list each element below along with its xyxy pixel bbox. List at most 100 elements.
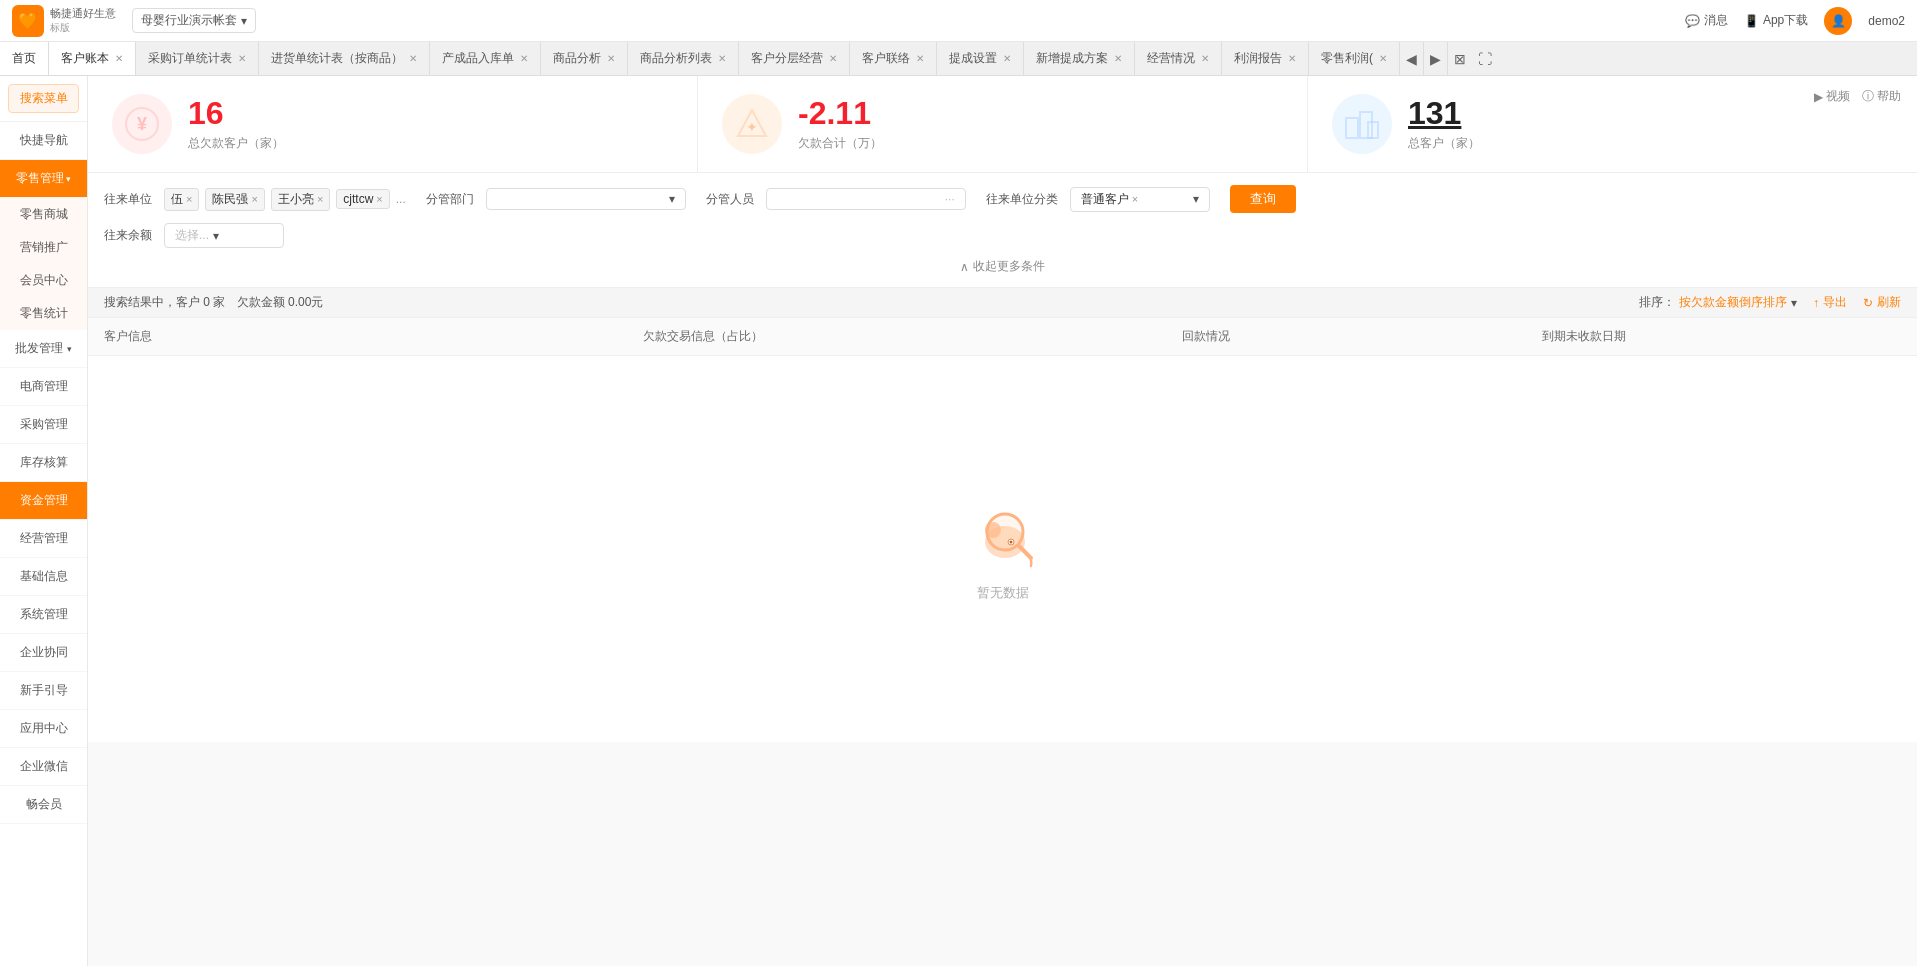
close-icon[interactable]: ✕ — [1379, 53, 1387, 64]
sidebar-item-wholesale-mgmt[interactable]: 批发管理 ▾ — [0, 330, 87, 368]
help-btn[interactable]: ⓘ 帮助 — [1862, 88, 1901, 105]
remove-cjttcw-btn[interactable]: × — [376, 193, 382, 205]
close-icon[interactable]: ✕ — [1114, 53, 1122, 64]
filter-row-1: 往来单位 伍 × 陈民强 × 王小亮 × cjttcw — [104, 185, 1901, 213]
sidebar-item-marketing[interactable]: 营销推广 — [0, 231, 87, 264]
sidebar-item-quick-nav[interactable]: 快捷导航 — [0, 122, 87, 160]
tab-new-promotion-plan[interactable]: 新增提成方案 ✕ — [1024, 42, 1135, 76]
sidebar-item-retail-mall[interactable]: 零售商城 — [0, 198, 87, 231]
phone-icon: 📱 — [1744, 14, 1759, 28]
username-label: demo2 — [1868, 14, 1905, 28]
close-icon[interactable]: ✕ — [1288, 53, 1296, 64]
sidebar-search-area: 搜索菜单 — [0, 76, 87, 122]
person-select[interactable]: ··· — [766, 188, 966, 210]
close-icon[interactable]: ✕ — [520, 53, 528, 64]
sidebar-item-basic-info[interactable]: 基础信息 — [0, 558, 87, 596]
remove-wang-btn[interactable]: × — [317, 193, 323, 205]
tab-purchase-stat-by-product[interactable]: 进货单统计表（按商品） ✕ — [259, 42, 430, 76]
tab-business-situation[interactable]: 经营情况 ✕ — [1135, 42, 1222, 76]
collapse-label: 收起更多条件 — [973, 258, 1045, 275]
tab-promotion-settings[interactable]: 提成设置 ✕ — [937, 42, 1024, 76]
close-icon[interactable]: ✕ — [409, 53, 417, 64]
sidebar-item-enterprise-coop[interactable]: 企业协同 — [0, 634, 87, 672]
sort-select[interactable]: 排序： 按欠款金额倒序排序 ▾ — [1639, 294, 1797, 311]
sidebar-item-retail-stats[interactable]: 零售统计 — [0, 297, 87, 330]
filter-tag-wu: 伍 × — [164, 188, 199, 211]
tab-purchase-order-stat[interactable]: 采购订单统计表 ✕ — [136, 42, 259, 76]
tab-profit-report[interactable]: 利润报告 ✕ — [1222, 42, 1309, 76]
unit-category-select[interactable]: 普通客户 × ▾ — [1070, 187, 1210, 212]
tab-product-analysis-list[interactable]: 商品分析列表 ✕ — [628, 42, 739, 76]
close-icon[interactable]: ✕ — [829, 53, 837, 64]
dept-select[interactable]: ▾ — [486, 188, 686, 210]
filter-tag-wang: 王小亮 × — [271, 188, 330, 211]
retail-profit-label: 零售利润( — [1321, 50, 1373, 67]
stat-overdue-customers-content: 16 总欠款客户（家） — [188, 96, 284, 152]
tab-prev-btn[interactable]: ◀ — [1400, 42, 1424, 76]
close-icon[interactable]: ✕ — [115, 53, 123, 64]
home-tab-label: 首页 — [12, 50, 36, 67]
close-icon[interactable]: ✕ — [916, 53, 924, 64]
tag-chen-label: 陈民强 — [212, 191, 248, 208]
filter-area: 往来单位 伍 × 陈民强 × 王小亮 × cjttcw — [88, 173, 1917, 288]
sidebar-item-inventory[interactable]: 库存核算 — [0, 444, 87, 482]
sidebar-item-member-center[interactable]: 会员中心 — [0, 264, 87, 297]
remove-chen-btn[interactable]: × — [251, 193, 257, 205]
person-filter-label: 分管人员 — [706, 191, 754, 208]
message-btn[interactable]: 💬 消息 — [1685, 12, 1728, 29]
purchase-order-stat-label: 采购订单统计表 — [148, 50, 232, 67]
sidebar-item-app-center[interactable]: 应用中心 — [0, 710, 87, 748]
new-promotion-plan-label: 新增提成方案 — [1036, 50, 1108, 67]
remove-category-btn[interactable]: × — [1132, 193, 1138, 205]
col-due-date: 到期未收款日期 — [1542, 328, 1901, 345]
close-icon[interactable]: ✕ — [718, 53, 726, 64]
logo-area: 🧡 畅捷通好生意 标版 — [12, 5, 116, 37]
tab-customer-contact[interactable]: 客户联络 ✕ — [850, 42, 937, 76]
data-table: 客户信息 欠款交易信息（占比） 回款情况 到期未收款日期 — [88, 318, 1917, 742]
avatar[interactable]: 👤 — [1824, 7, 1852, 35]
close-icon[interactable]: ✕ — [1003, 53, 1011, 64]
refresh-label: 刷新 — [1877, 294, 1901, 311]
filter-tag-chen: 陈民强 × — [205, 188, 264, 211]
tab-customer-account[interactable]: 客户账本 ✕ — [49, 42, 136, 76]
balance-select[interactable]: 选择... ▾ — [164, 223, 284, 248]
tab-home[interactable]: 首页 — [0, 42, 49, 76]
sidebar-item-ecommerce-mgmt[interactable]: 电商管理 — [0, 368, 87, 406]
tab-product-analysis[interactable]: 商品分析 ✕ — [541, 42, 628, 76]
collapse-btn[interactable]: ∧ 收起更多条件 — [104, 258, 1901, 275]
export-btn[interactable]: ↑ 导出 — [1813, 294, 1847, 311]
query-btn[interactable]: 查询 — [1230, 185, 1296, 213]
filter-more-indicator[interactable]: ... — [396, 192, 406, 206]
account-label: 母婴行业演示帐套 — [141, 12, 237, 29]
tab-product-inbound[interactable]: 产成品入库单 ✕ — [430, 42, 541, 76]
sidebar-item-retail-mgmt[interactable]: 零售管理 ▾ — [0, 160, 87, 198]
tab-customer-segment[interactable]: 客户分层经营 ✕ — [739, 42, 850, 76]
tab-next-btn[interactable]: ▶ — [1424, 42, 1448, 76]
refresh-btn[interactable]: ↻ 刷新 — [1863, 294, 1901, 311]
tab-retail-profit[interactable]: 零售利润( ✕ — [1309, 42, 1400, 76]
account-select[interactable]: 母婴行业演示帐套 ▾ — [132, 8, 256, 33]
sidebar-item-enterprise-wechat[interactable]: 企业微信 — [0, 748, 87, 786]
export-label: 导出 — [1823, 294, 1847, 311]
close-icon[interactable]: ✕ — [1201, 53, 1209, 64]
sidebar-item-new-guide[interactable]: 新手引导 — [0, 672, 87, 710]
stat-overdue-amount-value: -2.11 — [798, 96, 882, 131]
unit-category-label: 往来单位分类 — [986, 191, 1058, 208]
sidebar-search-btn[interactable]: 搜索菜单 — [8, 84, 79, 113]
remove-wu-btn[interactable]: × — [186, 193, 192, 205]
sidebar-item-vip-member[interactable]: 畅会员 — [0, 786, 87, 824]
sidebar-item-capital-mgmt[interactable]: 资金管理 — [0, 482, 87, 520]
result-actions: 排序： 按欠款金额倒序排序 ▾ ↑ 导出 ↻ 刷新 — [1639, 294, 1901, 311]
app-download-btn[interactable]: 📱 App下载 — [1744, 12, 1808, 29]
tab-fullscreen-btn[interactable]: ⛶ — [1472, 42, 1498, 76]
tab-expand-btn[interactable]: ⊠ — [1448, 42, 1472, 76]
filter-tag-cjttcw: cjttcw × — [336, 189, 389, 209]
unit-category-tag: 普通客户 × — [1081, 191, 1138, 208]
close-icon[interactable]: ✕ — [607, 53, 615, 64]
sidebar-item-purchase-mgmt[interactable]: 采购管理 — [0, 406, 87, 444]
tag-cjttcw-label: cjttcw — [343, 192, 373, 206]
close-icon[interactable]: ✕ — [238, 53, 246, 64]
video-help-btn[interactable]: ▶ 视频 — [1814, 88, 1850, 105]
sidebar-item-system-mgmt[interactable]: 系统管理 — [0, 596, 87, 634]
sidebar-item-operation-mgmt[interactable]: 经营管理 — [0, 520, 87, 558]
